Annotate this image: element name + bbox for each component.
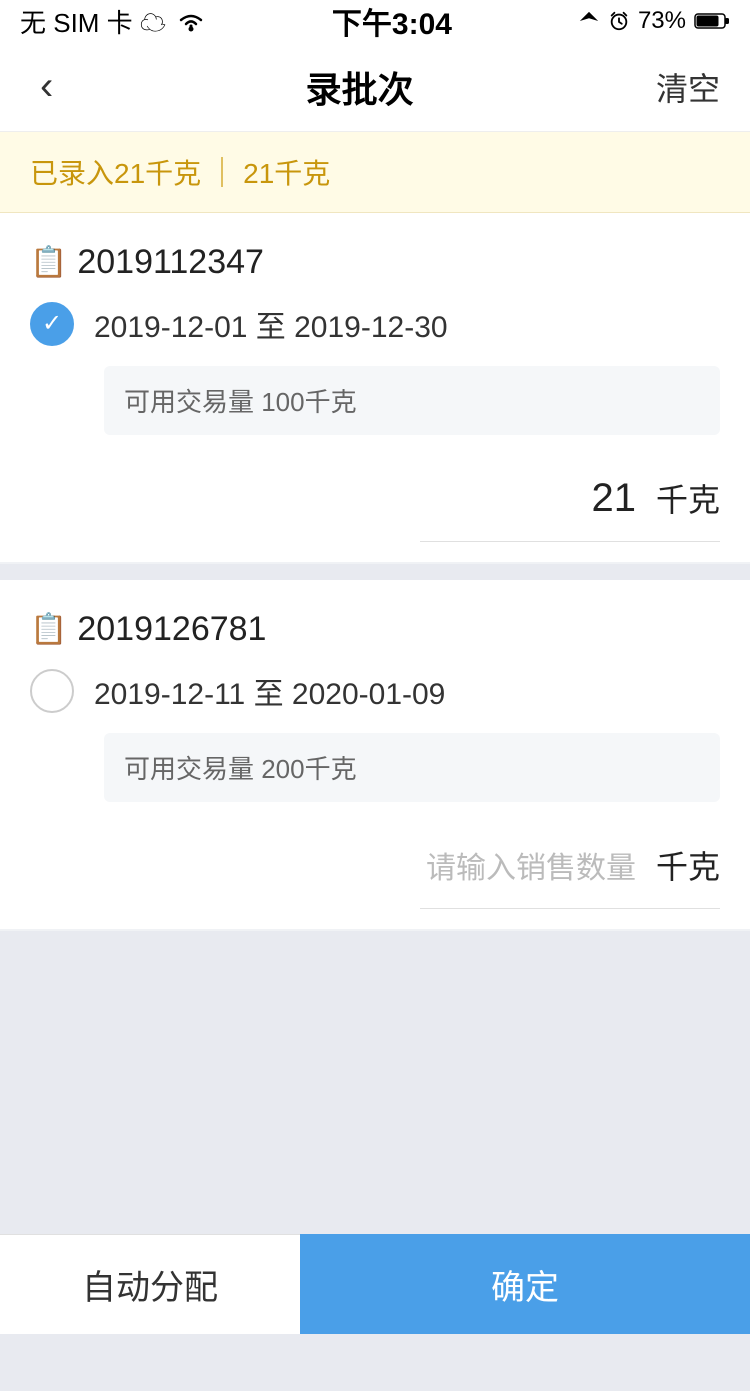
alarm-icon bbox=[608, 10, 630, 32]
quantity-unit-2: 千克 bbox=[656, 842, 720, 888]
section-gap-1 bbox=[0, 564, 750, 580]
confirm-button[interactable]: 确定 bbox=[300, 1234, 750, 1334]
quantity-value-1[interactable]: 21 bbox=[591, 476, 636, 521]
wifi-icon bbox=[176, 10, 206, 32]
battery-icon bbox=[694, 12, 730, 30]
batch-icon-2: 📋 bbox=[30, 612, 67, 647]
page-title: 录批次 bbox=[306, 61, 414, 113]
recorded-label: 已录入21千克 bbox=[30, 152, 201, 192]
batch-availability-2: 可用交易量 200千克 bbox=[104, 733, 720, 802]
batch-date-1: 2019-12-01 至 2019-12-30 bbox=[94, 302, 448, 346]
summary-divider bbox=[221, 157, 223, 187]
quantity-unit-1: 千克 bbox=[656, 475, 720, 521]
quantity-placeholder-2[interactable]: 请输入销售数量 bbox=[30, 843, 636, 887]
batch-icon-1: 📋 bbox=[30, 245, 67, 280]
batch-id-1: 2019112347 bbox=[77, 243, 264, 282]
status-right: 73% bbox=[578, 7, 730, 35]
status-bar: 无 SIM 卡 ☁ 下午3:04 73% bbox=[0, 0, 750, 42]
summary-banner: 已录入21千克 21千克 bbox=[0, 132, 750, 213]
batch-date-2: 2019-12-11 至 2020-01-09 bbox=[94, 669, 445, 713]
clear-button[interactable]: 清空 bbox=[656, 64, 720, 110]
radio-1[interactable]: ✓ bbox=[30, 302, 74, 346]
nav-bar: ‹ 录批次 清空 bbox=[0, 42, 750, 132]
batch-header-2: 📋 2019126781 bbox=[0, 580, 750, 659]
radio-2[interactable] bbox=[30, 669, 74, 713]
location-icon bbox=[578, 10, 600, 32]
check-icon-1: ✓ bbox=[42, 312, 62, 336]
batch-card-2: 📋 2019126781 2019-12-11 至 2020-01-09 可用交… bbox=[0, 580, 750, 929]
status-time: 下午3:04 bbox=[332, 0, 452, 43]
batch-id-2: 2019126781 bbox=[77, 610, 266, 649]
no-sim-label: 无 SIM 卡 ☁ bbox=[20, 3, 166, 40]
batch-date-row-1[interactable]: ✓ 2019-12-01 至 2019-12-30 bbox=[0, 292, 750, 356]
status-left: 无 SIM 卡 ☁ bbox=[20, 3, 206, 40]
quantity-row-1: 21 千克 bbox=[0, 455, 750, 541]
bottom-bar: 自动分配 确定 bbox=[0, 1234, 750, 1334]
batch-card-1: 📋 2019112347 ✓ 2019-12-01 至 2019-12-30 可… bbox=[0, 213, 750, 562]
total-label: 21千克 bbox=[243, 152, 330, 192]
quantity-row-2[interactable]: 请输入销售数量 千克 bbox=[0, 822, 750, 908]
batch-availability-1: 可用交易量 100千克 bbox=[104, 366, 720, 435]
back-button[interactable]: ‹ bbox=[30, 54, 63, 119]
battery-percent: 73% bbox=[638, 7, 686, 35]
auto-distribute-button[interactable]: 自动分配 bbox=[0, 1234, 300, 1334]
batch-date-row-2[interactable]: 2019-12-11 至 2020-01-09 bbox=[0, 659, 750, 723]
batch-header-1: 📋 2019112347 bbox=[0, 213, 750, 292]
